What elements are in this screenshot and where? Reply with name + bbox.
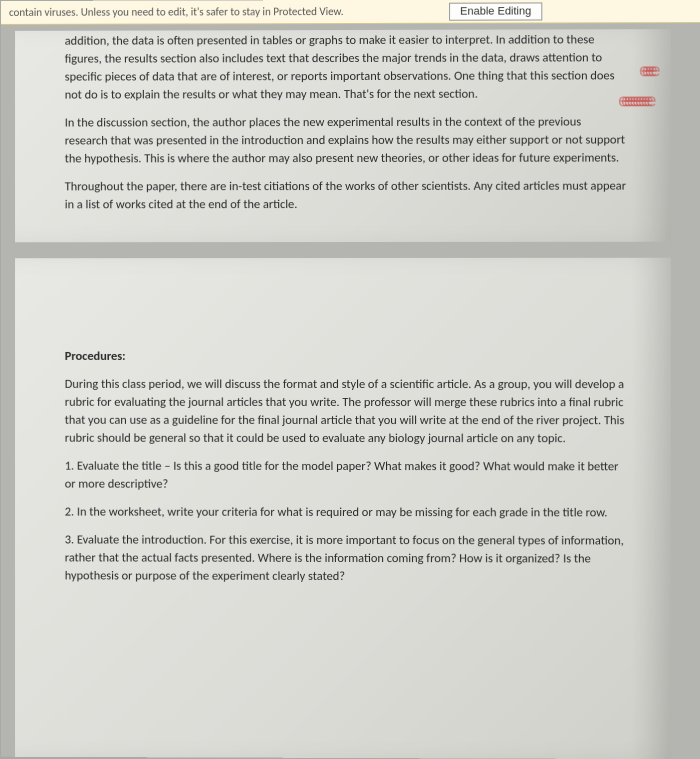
body-paragraph: In the discussion section, the author pl…	[65, 113, 627, 168]
body-paragraph: Throughout the paper, there are in-test …	[65, 178, 627, 215]
enable-editing-button[interactable]: Enable Editing	[449, 2, 542, 20]
document-page-2: Procedures: During this class period, we…	[15, 258, 671, 759]
procedure-item-1: 1. Evaluate the title – Is this a good t…	[65, 457, 627, 494]
protected-view-bar: contain viruses. Unless you need to edit…	[1, 0, 700, 25]
procedure-item-2: 2. In the worksheet, write your criteria…	[65, 503, 627, 522]
protected-view-message: contain viruses. Unless you need to edit…	[9, 5, 449, 19]
body-paragraph: addition, the data is often presented in…	[65, 31, 627, 104]
procedures-intro: During this class period, we will discus…	[65, 376, 627, 448]
document-area: eeeee eeeeeeeeeee addition, the data is …	[1, 23, 700, 759]
squiggle-mark: eeeee	[639, 59, 653, 85]
procedures-heading: Procedures:	[65, 348, 627, 366]
procedure-item-3: 3. Evaluate the introduction. For this e…	[65, 531, 627, 586]
document-page-1: eeeee eeeeeeeeeee addition, the data is …	[15, 29, 671, 242]
